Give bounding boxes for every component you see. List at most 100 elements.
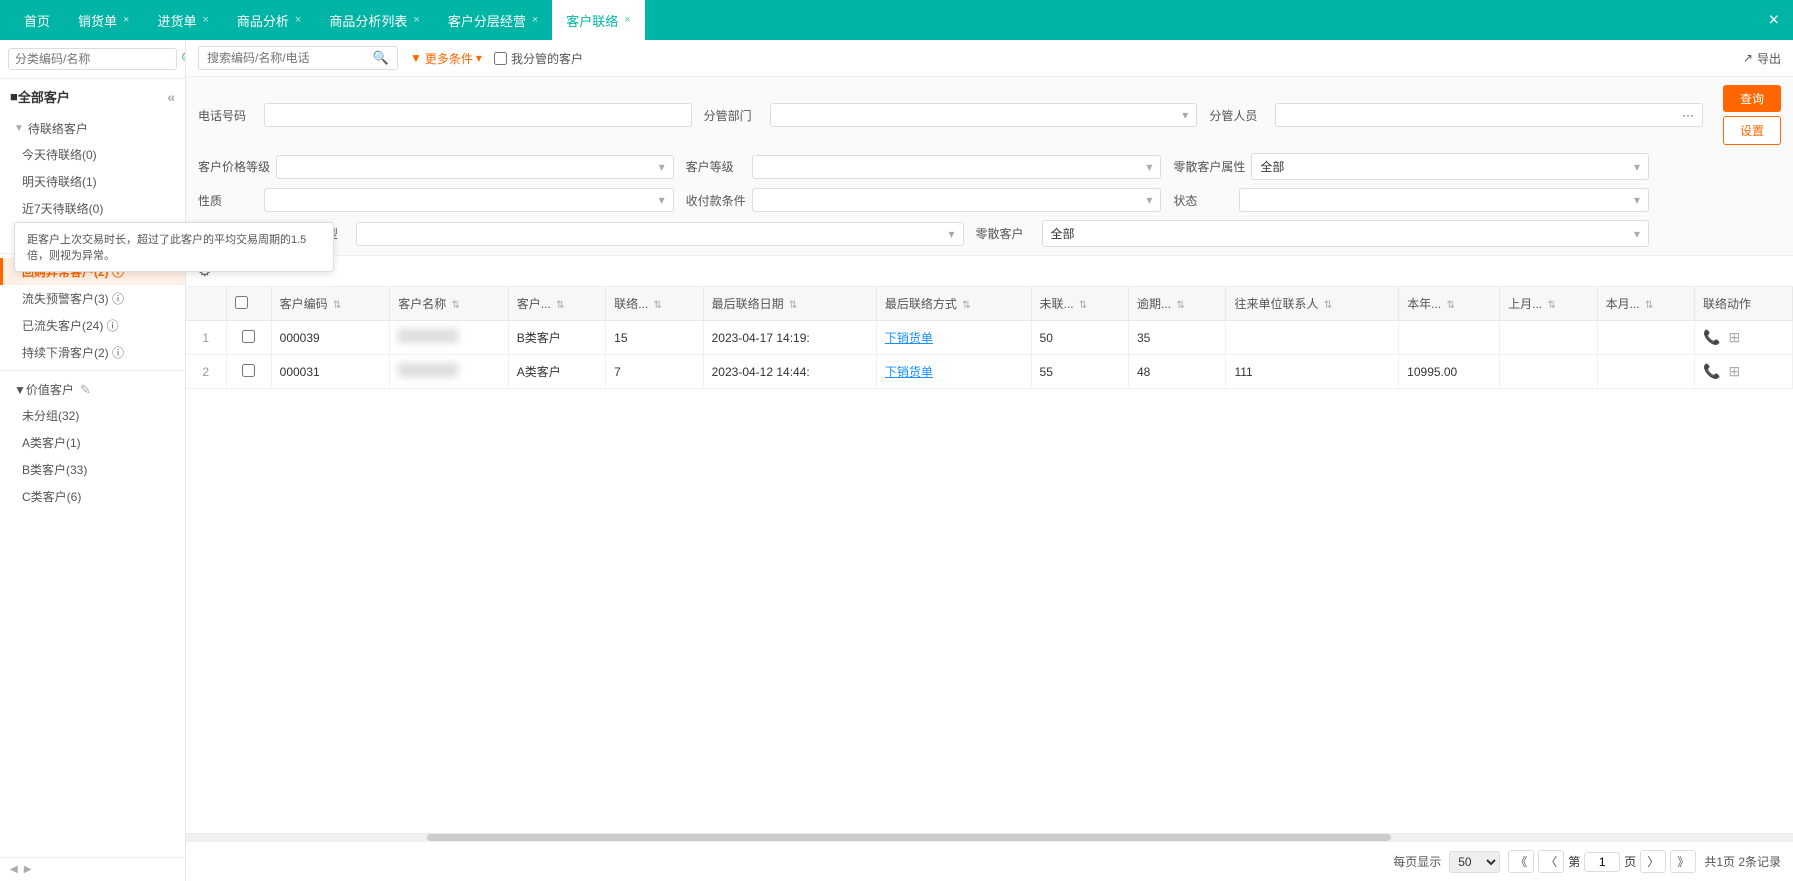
retail-customer-select[interactable]: 全部 ▾ <box>1042 220 1650 247</box>
nav-purchase-order[interactable]: 进货单 × <box>143 0 222 40</box>
row2-this-year: 10995.00 <box>1399 355 1500 389</box>
sidebar-item-churn-warning[interactable]: 流失预警客户(3) ⓘ <box>0 285 185 312</box>
nav-product-analysis[interactable]: 商品分析 × <box>223 0 315 40</box>
col-no-contact[interactable]: 未联... ⇅ <box>1031 287 1128 321</box>
edit-value-group-icon[interactable]: ✎ <box>80 382 91 398</box>
status-select[interactable]: ▾ <box>1239 188 1649 212</box>
close-purchase-order-icon[interactable]: × <box>202 14 208 26</box>
nav-customer-segmentation[interactable]: 客户分层经营 × <box>434 0 552 40</box>
row1-no-contact: 50 <box>1031 321 1128 355</box>
nature-select[interactable]: ▾ <box>264 188 674 212</box>
sidebar-collapse-icon[interactable]: « <box>167 89 175 105</box>
dept-select[interactable]: ▾ <box>770 103 1198 127</box>
retail-customer-label: 零散客户 <box>976 225 1036 242</box>
sidebar-item-churned[interactable]: 已流失客户(24) ⓘ <box>0 312 185 339</box>
row1-last-date: 2023-04-17 14:19: <box>703 321 876 355</box>
col-this-year[interactable]: 本年... ⇅ <box>1399 287 1500 321</box>
nav-home[interactable]: 首页 <box>10 0 64 40</box>
export-button[interactable]: ↗ 导出 <box>1743 50 1781 67</box>
col-name[interactable]: 客户名称 ⇅ <box>390 287 509 321</box>
row1-last-method[interactable]: 下销货单 <box>876 321 1031 355</box>
retail-attr-select[interactable]: 全部 ▾ <box>1251 153 1649 180</box>
row1-grade: B类客户 <box>508 321 605 355</box>
person-label: 分管人员 <box>1209 107 1269 124</box>
nav-customer-contact[interactable]: 客户联络 × <box>552 0 644 40</box>
select-all-checkbox[interactable] <box>235 296 248 309</box>
col-grade[interactable]: 客户... ⇅ <box>508 287 605 321</box>
close-sales-order-icon[interactable]: × <box>123 14 129 26</box>
row2-last-method[interactable]: 下销货单 <box>876 355 1031 389</box>
row2-checkbox[interactable] <box>226 355 271 389</box>
row2-code: 000031 <box>271 355 390 389</box>
prev-page-button[interactable]: 〈 <box>1538 850 1564 873</box>
sidebar-item-b-class[interactable]: B类客户(33) <box>0 456 185 483</box>
person-select[interactable]: ··· <box>1275 103 1703 127</box>
row1-this-year <box>1399 321 1500 355</box>
phone-input[interactable] <box>264 103 692 127</box>
close-product-analysis-list-icon[interactable]: × <box>413 14 419 26</box>
filter-icon: ▼ <box>410 51 422 65</box>
row2-contacts: 111 <box>1226 355 1399 389</box>
query-button[interactable]: 查询 <box>1723 85 1781 112</box>
filter-field-person: 分管人员 ··· <box>1209 103 1703 127</box>
per-page-label: 每页显示 <box>1393 853 1441 870</box>
search-input[interactable] <box>207 51 373 65</box>
table-row: 1 000039 B类客户 15 2023-04-17 14:19: 下销货单 … <box>186 321 1793 355</box>
close-product-analysis-icon[interactable]: × <box>295 14 301 26</box>
status-label: 状态 <box>1173 192 1233 209</box>
row1-menu-icon[interactable]: ⊞ <box>1728 329 1740 346</box>
sidebar-group-pending-contact[interactable]: ▼ 待联络客户 <box>0 114 185 141</box>
first-page-button[interactable]: 《 <box>1508 850 1534 873</box>
close-customer-segmentation-icon[interactable]: × <box>532 14 538 26</box>
customer-grade-select[interactable]: ▾ <box>752 155 1162 179</box>
col-contact-count[interactable]: 联络... ⇅ <box>606 287 703 321</box>
more-conditions-button[interactable]: ▼ 更多条件 ▾ <box>410 50 482 67</box>
col-contacts[interactable]: 往来单位联系人 ⇅ <box>1226 287 1399 321</box>
sidebar-item-week-contact[interactable]: 近7天待联络(0) <box>0 195 185 222</box>
page-number-input[interactable] <box>1584 852 1620 872</box>
window-close-icon[interactable]: × <box>1768 10 1779 31</box>
row1-checkbox[interactable] <box>226 321 271 355</box>
price-grade-select[interactable]: ▾ <box>276 155 674 179</box>
tooltip-box: 距客户上次交易时长，超过了此客户的平均交易周期的1.5倍，则视为异常。 <box>14 222 334 272</box>
nav-sales-order[interactable]: 销货单 × <box>64 0 143 40</box>
row2-grade: A类客户 <box>508 355 605 389</box>
sidebar-item-c-class[interactable]: C类客户(6) <box>0 483 185 510</box>
col-overdue[interactable]: 逾期... ⇅ <box>1129 287 1226 321</box>
filter-field-nature: 性质 ▾ <box>198 188 674 212</box>
col-action: 联络动作 <box>1695 287 1793 321</box>
col-last-month[interactable]: 上月... ⇅ <box>1500 287 1597 321</box>
scrollbar-thumb[interactable] <box>427 834 1391 841</box>
sidebar-item-declining[interactable]: 持续下滑客户(2) ⓘ <box>0 339 185 366</box>
settings-button[interactable]: 设置 <box>1723 116 1781 145</box>
col-last-method[interactable]: 最后联络方式 ⇅ <box>876 287 1031 321</box>
per-page-select[interactable]: 50 100 200 <box>1449 851 1500 873</box>
row1-call-icon[interactable]: 📞 <box>1703 329 1720 346</box>
my-customers-checkbox-area[interactable]: 我分管的客户 <box>494 50 583 67</box>
sidebar-item-today-contact[interactable]: 今天待联络(0) <box>0 141 185 168</box>
filter-bar: 🔍 ▼ 更多条件 ▾ 我分管的客户 ↗ 导出 <box>186 40 1793 77</box>
retail-attr-label: 零散客户属性 <box>1173 158 1245 175</box>
col-last-date[interactable]: 最后联络日期 ⇅ <box>703 287 876 321</box>
customer-type-select[interactable]: ▾ <box>356 222 964 246</box>
close-customer-contact-icon[interactable]: × <box>624 14 630 26</box>
sidebar-item-ungrouped[interactable]: 未分组(32) <box>0 402 185 429</box>
my-customers-checkbox[interactable] <box>494 52 507 65</box>
nav-product-analysis-list[interactable]: 商品分析列表 × <box>315 0 433 40</box>
sidebar-all-customers[interactable]: ■ 全部客户 « <box>0 79 185 114</box>
payment-select[interactable]: ▾ <box>752 188 1162 212</box>
row2-menu-icon[interactable]: ⊞ <box>1728 363 1740 380</box>
row1-last-month <box>1500 321 1597 355</box>
row1-code: 000039 <box>271 321 390 355</box>
horizontal-scrollbar[interactable] <box>186 833 1793 841</box>
sidebar-item-a-class[interactable]: A类客户(1) <box>0 429 185 456</box>
next-page-button[interactable]: 〉 <box>1640 850 1666 873</box>
row2-call-icon[interactable]: 📞 <box>1703 363 1720 380</box>
sidebar-item-tomorrow-contact[interactable]: 明天待联络(1) <box>0 168 185 195</box>
content-area: 🔍 ▼ 更多条件 ▾ 我分管的客户 ↗ 导出 电话号码 <box>186 40 1793 881</box>
col-code[interactable]: 客户编码 ⇅ <box>271 287 390 321</box>
col-this-month[interactable]: 本月... ⇅ <box>1597 287 1694 321</box>
sidebar-group-value-customers[interactable]: ▼ 价值客户 ✎ <box>0 375 185 402</box>
sidebar-search-input[interactable] <box>8 48 177 70</box>
last-page-button[interactable]: 》 <box>1670 850 1696 873</box>
